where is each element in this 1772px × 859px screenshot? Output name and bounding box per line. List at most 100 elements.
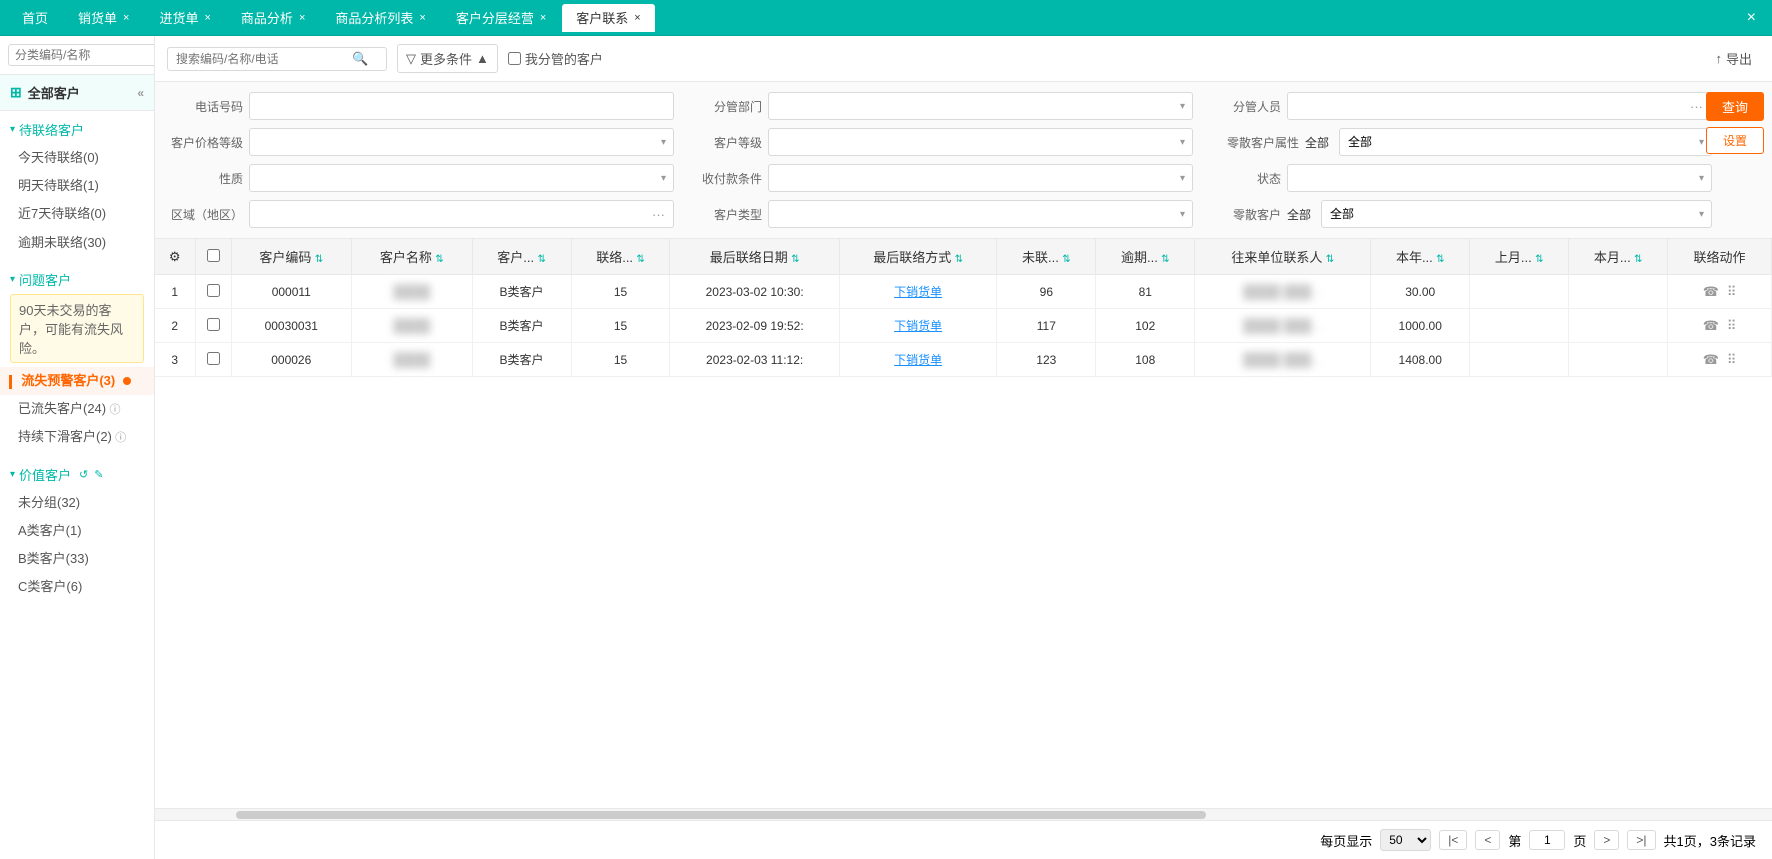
filter-region: 区域（地区） ··· (171, 200, 674, 228)
th-no-contact[interactable]: 未联... ⇅ (997, 239, 1096, 275)
filter-nature-select[interactable] (249, 164, 674, 192)
row-checkbox[interactable] (207, 284, 220, 297)
first-page-btn[interactable]: |< (1439, 830, 1467, 850)
filter-customer-level-wrap: ▾ (768, 128, 1193, 156)
th-code[interactable]: 客户编码 ⇅ (231, 239, 352, 275)
filter-retail-select[interactable]: 全部 (1321, 200, 1712, 228)
per-page-select[interactable]: 5020100 (1380, 829, 1431, 851)
th-last-type[interactable]: 最后联络方式 ⇅ (839, 239, 997, 275)
filter-nature-label: 性质 (171, 170, 243, 187)
tab-bar: 首页 销货单 × 进货单 × 商品分析 × 商品分析列表 × 客户分层经营 × … (0, 0, 1772, 36)
tab-customer-tier[interactable]: 客户分层经营 × (442, 4, 560, 32)
tab-analysis-list[interactable]: 商品分析列表 × (321, 4, 439, 32)
tab-sales-close[interactable]: × (123, 12, 129, 24)
cell-action: ☎ ⠿ (1668, 343, 1772, 377)
filter-search-box: 🔍 (167, 47, 387, 71)
action-phone-icon[interactable]: ☎ (1703, 352, 1719, 368)
sidebar-item-today[interactable]: 今天待联络(0) (0, 144, 154, 172)
filter-person-select[interactable]: ··· (1287, 92, 1712, 120)
cell-code: 000011 (231, 275, 352, 309)
tab-customer-tier-close[interactable]: × (540, 12, 546, 24)
tab-analysis-list-close[interactable]: × (419, 12, 425, 24)
query-btn[interactable]: 查询 (1706, 92, 1764, 121)
filter-payment-select[interactable] (768, 164, 1193, 192)
sidebar-item-churned[interactable]: 已流失客户(24) ⓘ (0, 395, 154, 423)
sidebar-item-ungrouped[interactable]: 未分组(32) (0, 489, 154, 517)
action-phone-icon[interactable]: ☎ (1703, 284, 1719, 300)
sidebar-item-overdue[interactable]: 逾期未联络(30) (0, 229, 154, 257)
last-page-btn[interactable]: >| (1627, 830, 1655, 850)
pending-group-label: 待联络客户 (19, 120, 84, 139)
sidebar-item-class-a[interactable]: A类客户(1) (0, 517, 154, 545)
page-input[interactable] (1529, 830, 1565, 850)
next-page-btn[interactable]: > (1594, 830, 1619, 850)
filter-retail-attr-select[interactable]: 全部 (1339, 128, 1712, 156)
th-last-date[interactable]: 最后联络日期 ⇅ (670, 239, 839, 275)
th-overdue[interactable]: 逾期... ⇅ (1096, 239, 1195, 275)
close-all-btn[interactable]: × (1739, 9, 1764, 27)
cell-no-contact: 117 (997, 309, 1096, 343)
row-checkbox[interactable] (207, 352, 220, 365)
cell-last-type[interactable]: 下销货单 (839, 343, 997, 377)
tab-purchase-close[interactable]: × (204, 12, 210, 24)
action-menu-icon[interactable]: ⠿ (1727, 284, 1737, 300)
tab-analysis[interactable]: 商品分析 × (227, 4, 319, 32)
th-contact-person[interactable]: 往来单位联系人 ⇅ (1195, 239, 1371, 275)
cell-name: ████ (352, 275, 473, 309)
settings-btn[interactable]: 设置 (1706, 127, 1764, 154)
sidebar-group-pending-title[interactable]: ▾ 待联络客户 (0, 115, 154, 144)
th-last-month[interactable]: 上月... ⇅ (1470, 239, 1569, 275)
tab-customer-contact-close[interactable]: × (634, 12, 640, 24)
sidebar-group-value-title[interactable]: ▾ 价值客户 ↺ ✎ (0, 460, 154, 489)
filter-region-select[interactable]: ··· (249, 200, 674, 228)
th-this-month[interactable]: 本月... ⇅ (1569, 239, 1668, 275)
scrollbar-thumb[interactable] (236, 811, 1206, 819)
sidebar-item-tomorrow[interactable]: 明天待联络(1) (0, 172, 154, 200)
export-btn[interactable]: ↑ 导出 (1707, 45, 1760, 72)
th-contact[interactable]: 联络... ⇅ (571, 239, 670, 275)
sidebar-search-input[interactable] (8, 44, 155, 66)
filter-status-select[interactable] (1287, 164, 1712, 192)
tab-purchase[interactable]: 进货单 × (145, 4, 224, 32)
export-icon: ↑ (1715, 51, 1722, 66)
more-conditions-btn[interactable]: ▽ 更多条件 ▲ (397, 44, 498, 73)
th-name[interactable]: 客户名称 ⇅ (352, 239, 473, 275)
filter-price-level-select[interactable] (249, 128, 674, 156)
cell-last-type[interactable]: 下销货单 (839, 275, 997, 309)
filter-customer-level-select[interactable] (768, 128, 1193, 156)
sidebar-group-problem-title[interactable]: ▾ 问题客户 (0, 265, 154, 294)
prev-page-btn[interactable]: < (1475, 830, 1500, 850)
horizontal-scrollbar[interactable] (155, 808, 1772, 820)
action-phone-icon[interactable]: ☎ (1703, 318, 1719, 334)
tab-customer-contact[interactable]: 客户联系 × (562, 4, 654, 32)
cell-this-year: 1408.00 (1371, 343, 1470, 377)
action-menu-icon[interactable]: ⠿ (1727, 352, 1737, 368)
row-checkbox[interactable] (207, 318, 220, 331)
tab-analysis-close[interactable]: × (299, 12, 305, 24)
cell-last-type[interactable]: 下销货单 (839, 309, 997, 343)
filter-phone-input[interactable] (249, 92, 674, 120)
th-type[interactable]: 客户... ⇅ (472, 239, 571, 275)
th-type-label: 客户... (497, 250, 534, 265)
filter-customer-type-select[interactable] (768, 200, 1193, 228)
tab-customer-tier-label: 客户分层经营 (456, 8, 534, 27)
th-last-date-label: 最后联络日期 (710, 250, 788, 265)
tab-sales[interactable]: 销货单 × (64, 4, 143, 32)
tab-home[interactable]: 首页 (8, 4, 62, 32)
refresh-icon[interactable]: ↺ (79, 468, 88, 481)
th-this-year[interactable]: 本年... ⇅ (1371, 239, 1470, 275)
sidebar-all-customers[interactable]: ⊞ 全部客户 « (0, 75, 154, 111)
select-all-checkbox[interactable] (207, 249, 220, 262)
sidebar-item-7days[interactable]: 近7天待联络(0) (0, 200, 154, 228)
edit-icon[interactable]: ✎ (94, 468, 103, 481)
my-customers-checkbox[interactable] (508, 52, 521, 65)
action-menu-icon[interactable]: ⠿ (1727, 318, 1737, 334)
sidebar-item-declining[interactable]: 持续下滑客户(2) ⓘ (0, 423, 154, 451)
sidebar-item-churn-warning[interactable]: 流失预警客户(3) (0, 367, 154, 395)
sidebar-item-class-c[interactable]: C类客户(6) (0, 573, 154, 601)
filter-search-icon[interactable]: 🔍 (352, 51, 368, 67)
sidebar-item-class-b[interactable]: B类客户(33) (0, 545, 154, 573)
filter-search-input[interactable] (176, 52, 346, 66)
th-settings[interactable]: ⚙ (155, 239, 195, 275)
filter-dept-select[interactable] (768, 92, 1193, 120)
